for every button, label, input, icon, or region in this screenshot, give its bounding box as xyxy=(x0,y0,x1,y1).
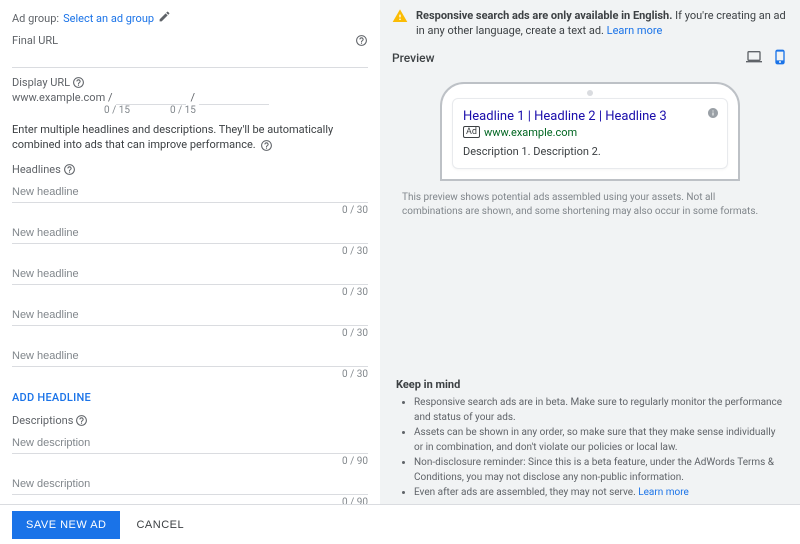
save-new-ad-button[interactable]: SAVE NEW AD xyxy=(12,511,120,539)
description-counter: 0 / 90 xyxy=(12,497,368,504)
alert-bold: Responsive search ads are only available… xyxy=(416,9,672,22)
headline-input[interactable] xyxy=(12,223,368,244)
keep-in-mind-item: Even after ads are assembled, they may n… xyxy=(414,485,784,500)
ad-preview-card: Headline 1 | Headline 2 | Headline 3 Ad … xyxy=(452,98,728,169)
alert-learn-more-link[interactable]: Learn more xyxy=(607,24,663,37)
headline-counter: 0 / 30 xyxy=(12,369,368,381)
pencil-icon[interactable] xyxy=(158,10,171,26)
headline-input[interactable] xyxy=(12,346,368,367)
ad-badge: Ad xyxy=(463,126,480,138)
description-counter: 0 / 90 xyxy=(12,456,368,468)
headline-counter: 0 / 30 xyxy=(12,287,368,299)
cancel-button[interactable]: CANCEL xyxy=(136,519,184,531)
headline-counter: 0 / 30 xyxy=(12,205,368,217)
select-ad-group-link[interactable]: Select an ad group xyxy=(63,12,154,25)
warning-icon xyxy=(392,8,408,24)
keep-in-mind-title: Keep in mind xyxy=(396,378,784,391)
help-icon[interactable] xyxy=(355,34,368,47)
descriptions-label: Descriptions xyxy=(12,414,73,427)
mobile-icon[interactable] xyxy=(772,49,788,68)
ad-description: Description 1. Description 2. xyxy=(463,145,717,158)
headline-input[interactable] xyxy=(12,182,368,203)
instruction-text: Enter multiple headlines and description… xyxy=(12,123,333,151)
path-separator: / xyxy=(190,91,195,104)
path1-counter: 0 / 15 xyxy=(104,105,130,116)
ad-url: www.example.com xyxy=(484,126,577,139)
final-url-input[interactable] xyxy=(12,47,368,68)
display-url-base: www.example.com / xyxy=(12,91,112,104)
headlines-label: Headlines xyxy=(12,163,61,176)
ad-headline: Headline 1 | Headline 2 | Headline 3 xyxy=(463,109,717,124)
add-headline-button[interactable]: ADD HEADLINE xyxy=(12,391,368,404)
keep-in-mind-learn-more-link[interactable]: Learn more xyxy=(638,487,689,498)
info-icon xyxy=(707,107,719,119)
help-icon[interactable] xyxy=(63,163,76,176)
headline-input[interactable] xyxy=(12,264,368,285)
help-icon[interactable] xyxy=(260,139,273,152)
path2-counter: 0 / 15 xyxy=(170,105,196,116)
headline-input[interactable] xyxy=(12,305,368,326)
keep-in-mind-item: Assets can be shown in any order, so mak… xyxy=(414,425,784,455)
phone-preview-frame: Headline 1 | Headline 2 | Headline 3 Ad … xyxy=(440,82,740,181)
display-url-label: Display URL xyxy=(12,76,70,89)
preview-label: Preview xyxy=(392,51,435,65)
headline-counter: 0 / 30 xyxy=(12,328,368,340)
preview-note: This preview shows potential ads assembl… xyxy=(392,191,788,219)
path2-input[interactable] xyxy=(199,92,269,105)
headline-counter: 0 / 30 xyxy=(12,246,368,258)
help-icon[interactable] xyxy=(72,76,85,89)
ad-group-label: Ad group: xyxy=(12,12,59,25)
description-input[interactable] xyxy=(12,433,368,454)
path1-input[interactable] xyxy=(116,92,186,105)
final-url-label: Final URL xyxy=(12,34,58,47)
keep-in-mind-item: Non-disclosure reminder: Since this is a… xyxy=(414,455,784,485)
keep-in-mind-item: Responsive search ads are in beta. Make … xyxy=(414,395,784,425)
description-input[interactable] xyxy=(12,474,368,495)
desktop-icon[interactable] xyxy=(746,49,762,68)
help-icon[interactable] xyxy=(75,414,88,427)
